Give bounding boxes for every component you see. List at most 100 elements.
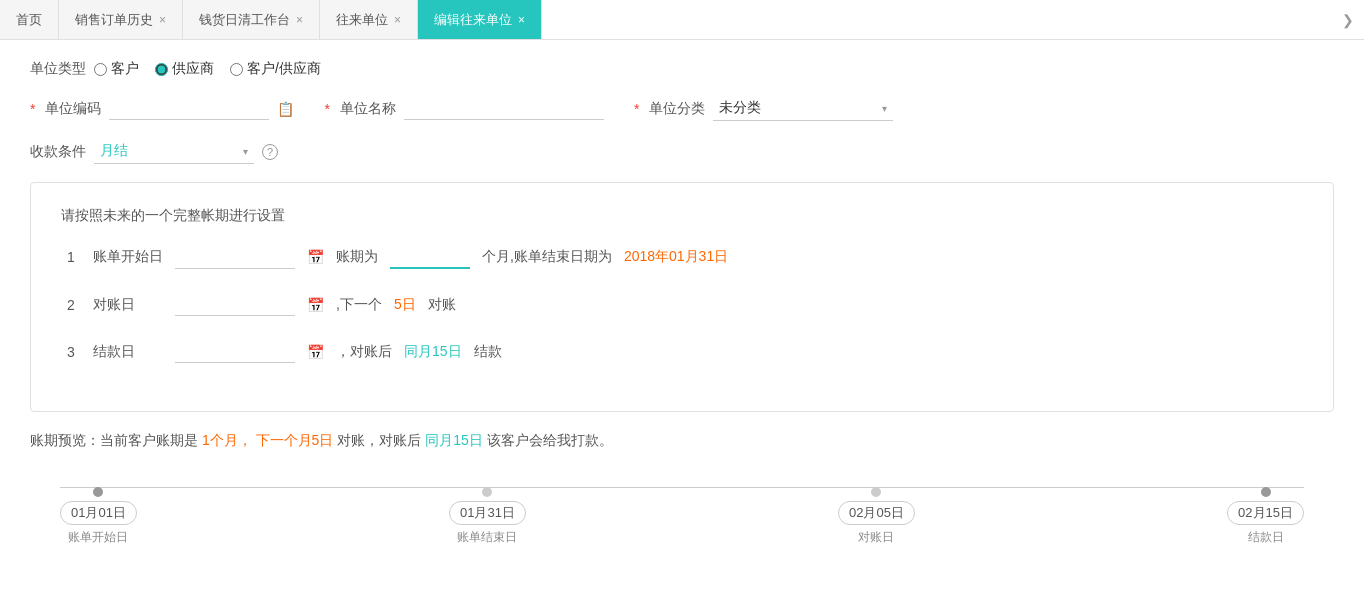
preview-label: 账期预览：当前客户账期是 — [30, 432, 198, 448]
period-highlight-2: 5日 — [394, 296, 416, 314]
radio-both-label: 客户/供应商 — [247, 60, 321, 78]
help-icon[interactable]: ? — [262, 144, 278, 160]
tab-sales-history-close[interactable]: × — [159, 13, 166, 27]
tab-expand-btn[interactable]: ❯ — [1332, 0, 1364, 39]
unit-type-radios: 客户 供应商 客户/供应商 — [94, 60, 321, 78]
timeline-dot-3 — [1261, 487, 1271, 497]
period-row-2: 2 对账日 2018-02-05 📅 ,下一个 5日 对账 — [61, 293, 1303, 316]
timeline-node-3: 02月15日 结款日 — [1227, 487, 1304, 546]
period-suffix-pre-3: ，对账后 — [336, 343, 392, 361]
timeline-node-1: 01月31日 账单结束日 — [449, 487, 526, 546]
timeline-badge-3: 02月15日 — [1227, 501, 1304, 525]
tab-sales-history[interactable]: 销售订单历史 × — [59, 0, 183, 39]
timeline-dot-2 — [871, 487, 881, 497]
unit-category-label: 单位分类 — [649, 100, 705, 118]
period-panel: 请按照未来的一个完整帐期进行设置 1 账单开始日 2018-01-01 📅 账期… — [30, 182, 1334, 412]
unit-name-group: * 单位名称 河南供应商22 — [324, 97, 603, 120]
tab-home[interactable]: 首页 — [0, 0, 59, 39]
radio-supplier-label: 供应商 — [172, 60, 214, 78]
tab-sales-history-label: 销售订单历史 — [75, 11, 153, 29]
preview-part5: 该客户会给我打款。 — [487, 432, 613, 448]
payment-terms-value: 月结 — [100, 142, 239, 160]
period-num-1: 1 — [61, 249, 81, 265]
panel-title: 请按照未来的一个完整帐期进行设置 — [61, 207, 1303, 225]
payment-terms-label: 收款条件 — [30, 143, 86, 161]
period-row-3: 3 结款日 2018-02-15 📅 ，对账后 同月15日 结款 — [61, 340, 1303, 363]
tab-partner-label: 往来单位 — [336, 11, 388, 29]
period-label-1: 账单开始日 — [93, 248, 163, 266]
tab-partner-close[interactable]: × — [394, 13, 401, 27]
copy-icon[interactable]: 📋 — [277, 101, 294, 117]
tab-cashier-label: 钱货日清工作台 — [199, 11, 290, 29]
radio-customer[interactable]: 客户 — [94, 60, 139, 78]
timeline-nodes: 01月01日 账单开始日 01月31日 账单结束日 02月05日 对账日 02月… — [60, 487, 1304, 546]
period-num-2: 2 — [61, 297, 81, 313]
radio-both-input[interactable] — [230, 63, 243, 76]
unit-category-value: 未分类 — [719, 99, 878, 117]
period-date-1[interactable]: 2018-01-01 — [175, 246, 295, 269]
timeline-label-2: 对账日 — [858, 529, 894, 546]
period-suffix-pre-1: 账期为 — [336, 248, 378, 266]
tab-edit-partner[interactable]: 编辑往来单位 × — [418, 0, 542, 39]
tab-edit-partner-close[interactable]: × — [518, 13, 525, 27]
preview-part2: 下一个月5日 — [256, 432, 334, 448]
period-suffix-post-1: 个月,账单结束日期为 — [482, 248, 612, 266]
chevron-right-icon: ❯ — [1342, 12, 1354, 28]
timeline-badge-0: 01月01日 — [60, 501, 137, 525]
radio-customer-input[interactable] — [94, 63, 107, 76]
period-label-2: 对账日 — [93, 296, 163, 314]
tab-cashier-close[interactable]: × — [296, 13, 303, 27]
unit-code-group: * 单位编码 000001 📋 — [30, 97, 294, 120]
preview-part1: 1个月， — [202, 432, 252, 448]
period-months-input[interactable]: 1 — [390, 245, 470, 269]
tab-bar: 首页 销售订单历史 × 钱货日清工作台 × 往来单位 × 编辑往来单位 × ❯ — [0, 0, 1364, 40]
timeline-dot-0 — [93, 487, 103, 497]
radio-customer-label: 客户 — [111, 60, 139, 78]
preview-part4: 同月15日 — [425, 432, 483, 448]
chevron-down-icon: ▾ — [882, 103, 887, 114]
period-suffix-pre-2: ,下一个 — [336, 296, 382, 314]
preview-section: 账期预览：当前客户账期是 1个月， 下一个月5日 对账，对账后 同月15日 该客… — [30, 428, 1334, 453]
cal-icon-2[interactable]: 📅 — [307, 297, 324, 313]
unit-type-group: 单位类型 客户 供应商 客户/供应商 — [30, 60, 321, 78]
timeline-badge-2: 02月05日 — [838, 501, 915, 525]
payment-terms-row: 收款条件 月结 ▾ ? — [30, 139, 1334, 164]
unit-code-label: 单位编码 — [45, 100, 101, 118]
unit-type-label: 单位类型 — [30, 60, 86, 78]
radio-supplier[interactable]: 供应商 — [155, 60, 214, 78]
period-date-3[interactable]: 2018-02-15 — [175, 340, 295, 363]
period-suffix-post-2: 对账 — [428, 296, 456, 314]
timeline-node-0: 01月01日 账单开始日 — [60, 487, 137, 546]
payment-chevron-icon: ▾ — [243, 146, 248, 157]
cal-icon-1[interactable]: 📅 — [307, 249, 324, 265]
timeline-dot-1 — [482, 487, 492, 497]
payment-terms-dropdown[interactable]: 月结 ▾ — [94, 139, 254, 164]
period-num-3: 3 — [61, 344, 81, 360]
unit-category-group: * 单位分类 未分类 ▾ — [634, 96, 893, 121]
payment-terms-group: 收款条件 月结 ▾ ? — [30, 139, 278, 164]
timeline-label-1: 账单结束日 — [457, 529, 517, 546]
unit-name-star: * — [324, 101, 329, 117]
tab-cashier[interactable]: 钱货日清工作台 × — [183, 0, 320, 39]
period-label-3: 结款日 — [93, 343, 163, 361]
timeline-section: 01月01日 账单开始日 01月31日 账单结束日 02月05日 对账日 02月… — [30, 473, 1334, 576]
unit-name-label: 单位名称 — [340, 100, 396, 118]
unit-type-row: 单位类型 客户 供应商 客户/供应商 — [30, 60, 1334, 78]
cal-icon-3[interactable]: 📅 — [307, 344, 324, 360]
timeline-label-0: 账单开始日 — [68, 529, 128, 546]
tab-edit-partner-label: 编辑往来单位 — [434, 11, 512, 29]
period-date-2[interactable]: 2018-02-05 — [175, 293, 295, 316]
tab-partner[interactable]: 往来单位 × — [320, 0, 418, 39]
unit-name-input[interactable]: 河南供应商22 — [404, 97, 604, 120]
unit-category-select[interactable]: 未分类 ▾ — [713, 96, 893, 121]
radio-supplier-input[interactable] — [155, 63, 168, 76]
unit-code-input[interactable]: 000001 — [109, 97, 269, 120]
timeline-badge-1: 01月31日 — [449, 501, 526, 525]
main-content: 单位类型 客户 供应商 客户/供应商 * 单位编码 00000 — [0, 40, 1364, 608]
radio-both[interactable]: 客户/供应商 — [230, 60, 321, 78]
tab-home-label: 首页 — [16, 11, 42, 29]
preview-part3: 对账，对账后 — [337, 432, 421, 448]
timeline-container: 01月01日 账单开始日 01月31日 账单结束日 02月05日 对账日 02月… — [60, 473, 1304, 546]
unit-code-star: * — [30, 101, 35, 117]
period-suffix-post-3: 结款 — [474, 343, 502, 361]
